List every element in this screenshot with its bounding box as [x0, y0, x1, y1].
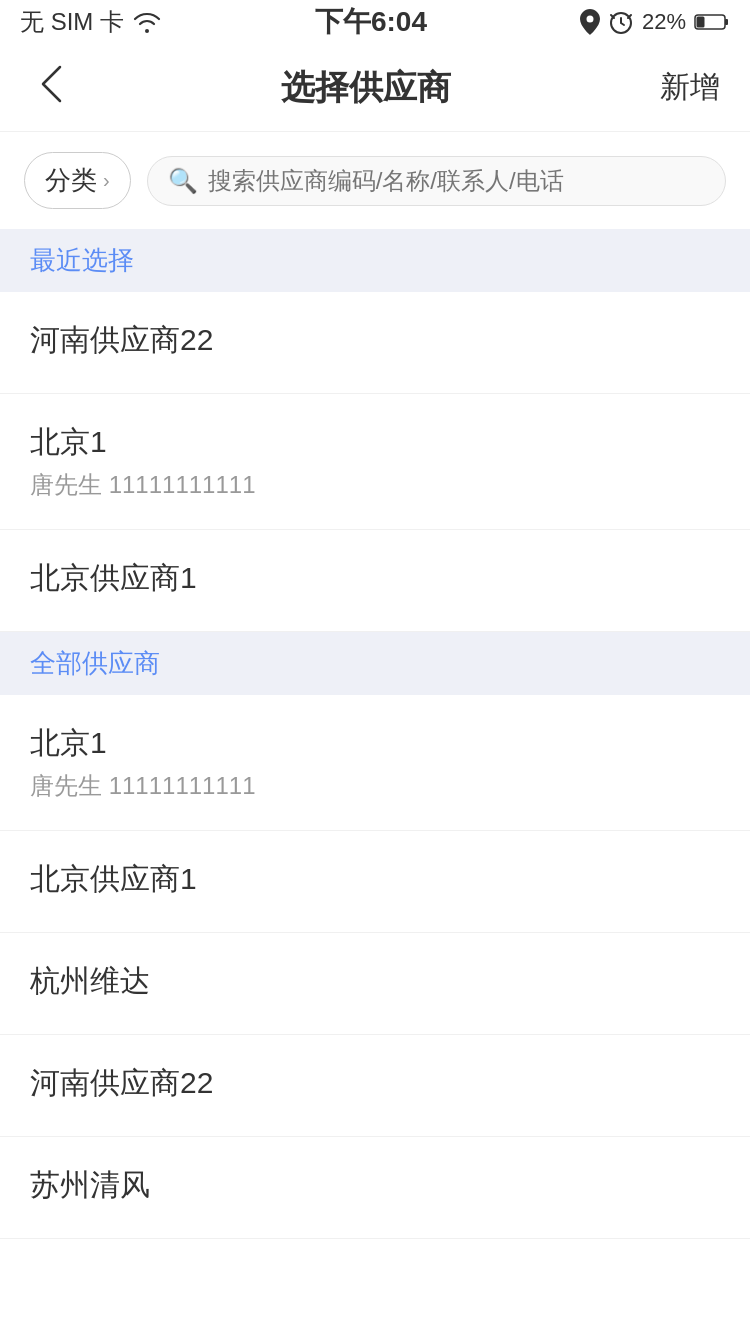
battery-percent: 22% [642, 9, 686, 35]
alarm-icon [608, 9, 634, 35]
section-header-text: 全部供应商 [30, 648, 160, 678]
category-button[interactable]: 分类 › [24, 152, 131, 209]
item-name: 北京1 [30, 723, 720, 764]
svg-rect-2 [696, 17, 704, 28]
wifi-icon [132, 11, 162, 33]
search-icon: 🔍 [168, 167, 198, 195]
list-item[interactable]: 河南供应商22 [0, 1035, 750, 1137]
status-time: 下午6:04 [315, 3, 427, 41]
svg-rect-3 [725, 19, 728, 25]
status-right: 22% [580, 9, 730, 35]
list-item[interactable]: 北京1 唐先生 11111111111 [0, 695, 750, 831]
status-left: 无 SIM 卡 [20, 6, 162, 38]
status-bar: 无 SIM 卡 下午6:04 22% [0, 0, 750, 44]
item-name: 北京供应商1 [30, 859, 720, 900]
chevron-right-icon: › [103, 169, 110, 192]
section-header-text: 最近选择 [30, 245, 134, 275]
item-name: 北京1 [30, 422, 720, 463]
filter-bar: 分类 › 🔍 [0, 132, 750, 229]
item-name: 北京供应商1 [30, 558, 720, 599]
item-name: 河南供应商22 [30, 1063, 720, 1104]
list-item[interactable]: 北京1 唐先生 11111111111 [0, 394, 750, 530]
list-item[interactable]: 北京供应商1 [0, 530, 750, 632]
section-header-recent: 最近选择 [0, 229, 750, 292]
back-button[interactable] [30, 55, 72, 121]
location-icon [580, 9, 600, 35]
page-title: 选择供应商 [281, 65, 451, 111]
item-name: 河南供应商22 [30, 320, 720, 361]
list-item[interactable]: 北京供应商1 [0, 831, 750, 933]
item-name: 苏州清风 [30, 1165, 720, 1206]
battery-icon [694, 13, 730, 31]
no-sim-label: 无 SIM 卡 [20, 6, 124, 38]
section-header-all: 全部供应商 [0, 632, 750, 695]
search-box[interactable]: 🔍 [147, 156, 726, 206]
category-label: 分类 [45, 163, 97, 198]
nav-bar: 选择供应商 新增 [0, 44, 750, 132]
sections-container: 最近选择河南供应商22 北京1 唐先生 11111111111 北京供应商1 全部供应商… [0, 229, 750, 1239]
list-item[interactable]: 苏州清风 [0, 1137, 750, 1239]
list-item[interactable]: 河南供应商22 [0, 292, 750, 394]
list-item[interactable]: 杭州维达 [0, 933, 750, 1035]
item-detail: 唐先生 11111111111 [30, 469, 720, 501]
item-detail: 唐先生 11111111111 [30, 770, 720, 802]
item-name: 杭州维达 [30, 961, 720, 1002]
search-input[interactable] [208, 167, 705, 195]
add-button[interactable]: 新增 [660, 67, 720, 108]
